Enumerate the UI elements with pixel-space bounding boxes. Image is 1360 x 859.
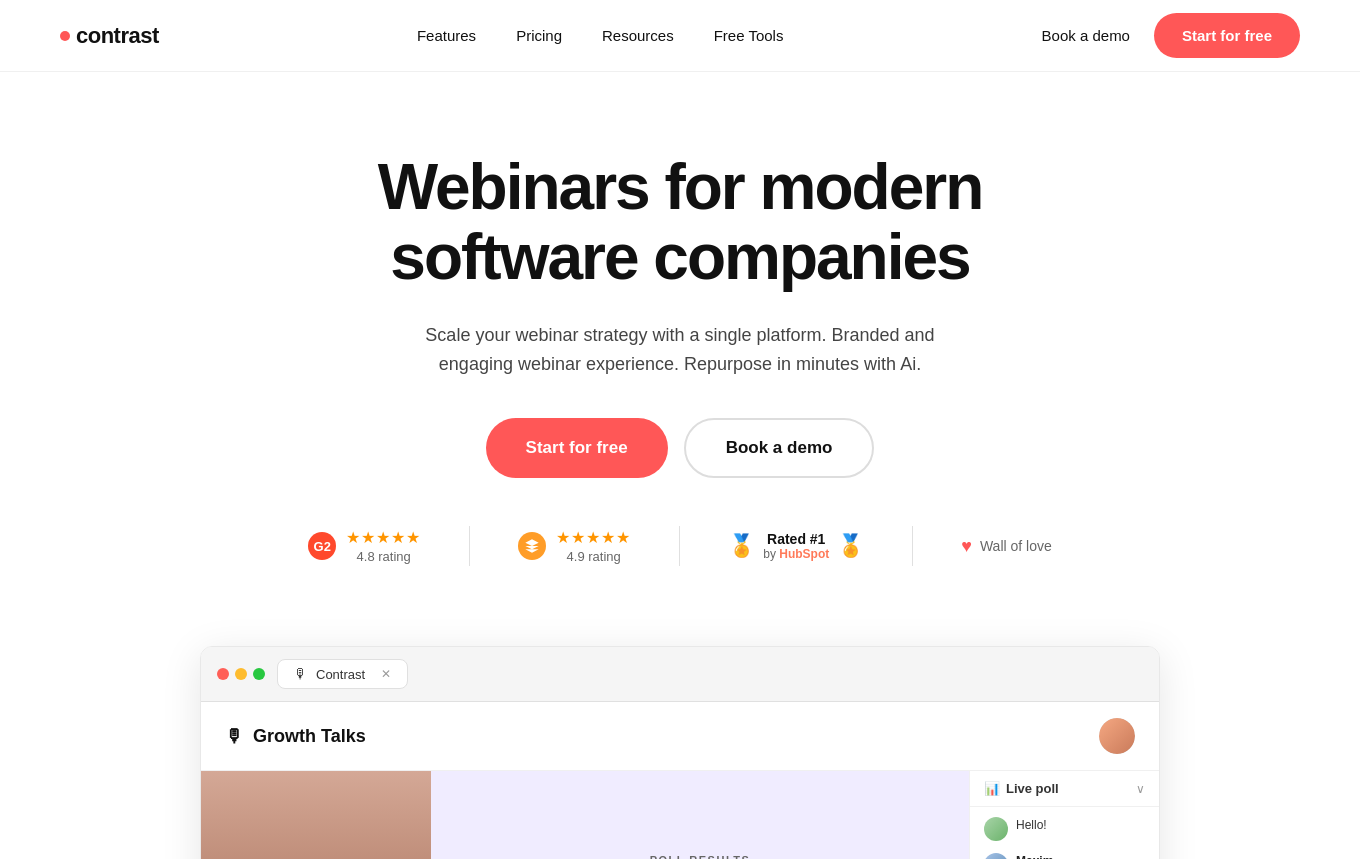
capterra-rating: ★★★★★ 4.9 rating	[518, 528, 631, 564]
nav-resources[interactable]: Resources	[602, 27, 674, 44]
logo-dot	[60, 31, 70, 41]
g2-score: 4.8 rating	[346, 549, 421, 564]
laurel-right: 🏅	[837, 533, 864, 559]
nav-pricing[interactable]: Pricing	[516, 27, 562, 44]
hubspot-badge: 🏅 Rated #1 by HubSpot 🏅	[728, 531, 864, 561]
nav-right: Book a demo Start for free	[1042, 13, 1300, 58]
webinar-body: POLL RESULTS Which marketing channel has…	[201, 771, 1159, 859]
bar-chart-icon: 📊	[984, 781, 1000, 796]
nav-free-tools[interactable]: Free Tools	[714, 27, 784, 44]
browser-tab: 🎙 Contrast ✕	[277, 659, 408, 689]
g2-stars: ★★★★★	[346, 528, 421, 547]
live-poll-title: 📊 Live poll	[984, 781, 1059, 796]
user-avatar	[1099, 718, 1135, 754]
webinar-main: POLL RESULTS Which marketing channel has…	[201, 771, 969, 859]
hero-headline: Webinars for modern software companies	[378, 152, 982, 293]
hero-subtext: Scale your webinar strategy with a singl…	[400, 321, 960, 379]
capterra-stars: ★★★★★	[556, 528, 631, 547]
chat-text-1: Hello!	[1016, 818, 1047, 832]
g2-icon: G2	[308, 532, 336, 560]
webinar-icon: 🎙	[225, 726, 243, 747]
chat-sidebar: 📊 Live poll ∨ Hello!	[969, 771, 1159, 859]
presenter-image	[201, 771, 431, 859]
hero-start-free-button[interactable]: Start for free	[486, 418, 668, 478]
tab-label: Contrast	[316, 667, 365, 682]
nav-links: Features Pricing Resources Free Tools	[417, 27, 784, 44]
wall-of-love-text: Wall of love	[980, 538, 1052, 554]
webinar-header: 🎙 Growth Talks	[201, 702, 1159, 771]
hero-buttons: Start for free Book a demo	[486, 418, 875, 478]
divider-3	[912, 526, 913, 566]
browser-bar: 🎙 Contrast ✕	[201, 647, 1159, 702]
heart-icon: ♥	[961, 536, 972, 557]
chat-messages: Hello! Maxim Where're you joining from? …	[970, 807, 1159, 859]
hubspot-rated: Rated #1	[763, 531, 829, 547]
video-thumbnail	[201, 771, 431, 859]
dot-red	[217, 668, 229, 680]
divider-2	[679, 526, 680, 566]
divider-1	[469, 526, 470, 566]
hero-book-demo-button[interactable]: Book a demo	[684, 418, 875, 478]
dot-yellow	[235, 668, 247, 680]
logo[interactable]: contrast	[60, 23, 159, 49]
contrast-icon: 🎙	[294, 666, 308, 682]
sidebar-header: 📊 Live poll ∨	[970, 771, 1159, 807]
laurel-left: 🏅	[728, 533, 755, 559]
nav-start-free-button[interactable]: Start for free	[1154, 13, 1300, 58]
wall-of-love: ♥ Wall of love	[961, 536, 1052, 557]
expand-icon[interactable]: ∨	[1136, 782, 1145, 796]
chat-message-1: Hello!	[984, 817, 1145, 841]
browser-content: 🎙 Growth Talks POLL RESULTS Which market…	[201, 702, 1159, 859]
avatar-1	[984, 817, 1008, 841]
poll-panel: POLL RESULTS Which marketing channel has…	[431, 771, 969, 859]
g2-rating: G2 ★★★★★ 4.8 rating	[308, 528, 421, 564]
capterra-score: 4.9 rating	[556, 549, 631, 564]
chat-message-2: Maxim Where're you joining from? We're i…	[984, 853, 1145, 859]
avatar-2	[984, 853, 1008, 859]
webinar-title: 🎙 Growth Talks	[225, 726, 366, 747]
dot-green	[253, 668, 265, 680]
hero-section: Webinars for modern software companies S…	[0, 72, 1360, 606]
nav-features[interactable]: Features	[417, 27, 476, 44]
browser-dots	[217, 668, 265, 680]
browser-mockup: 🎙 Contrast ✕ 🎙 Growth Talks	[200, 646, 1160, 859]
nav-book-demo[interactable]: Book a demo	[1042, 27, 1130, 44]
poll-label: POLL RESULTS	[650, 854, 751, 859]
capterra-icon	[518, 532, 546, 560]
ratings-bar: G2 ★★★★★ 4.8 rating ★★★★★ 4.9 rating 🏅 R…	[308, 526, 1052, 566]
chat-name-2: Maxim	[1016, 853, 1145, 859]
tab-close-icon[interactable]: ✕	[381, 667, 391, 681]
hubspot-by: by HubSpot	[763, 547, 829, 561]
logo-text: contrast	[76, 23, 159, 49]
navbar: contrast Features Pricing Resources Free…	[0, 0, 1360, 72]
